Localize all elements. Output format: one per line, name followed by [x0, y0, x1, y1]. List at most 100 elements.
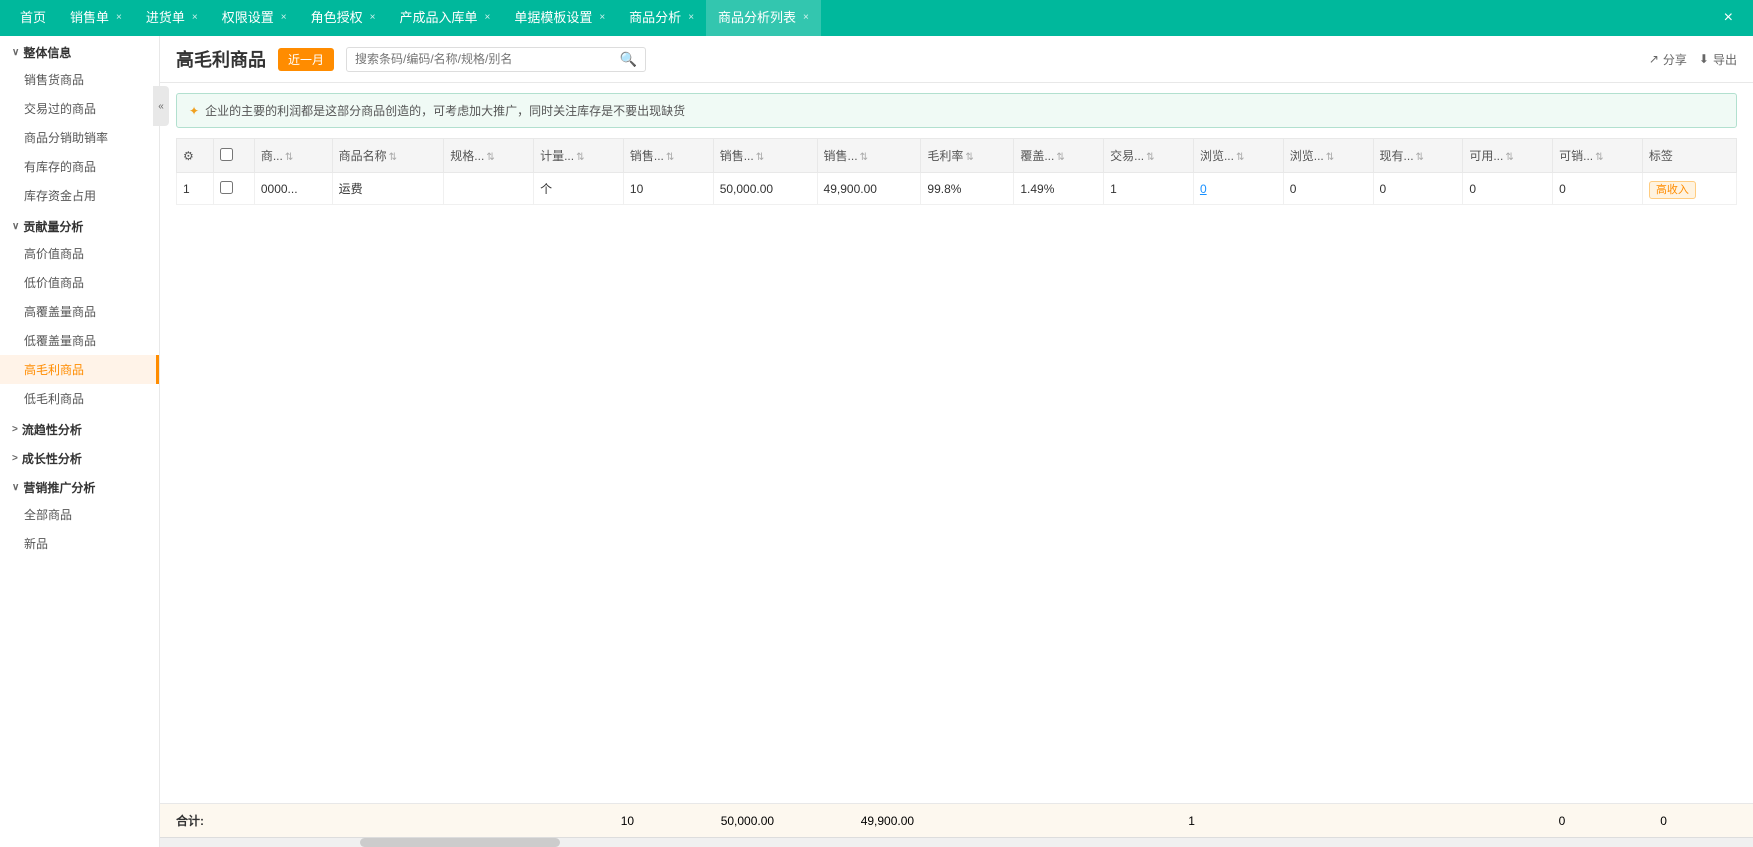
sidebar-item-0-2[interactable]: 商品分销助销率: [0, 123, 159, 152]
col-header-name[interactable]: 商品名称⇅: [332, 139, 444, 173]
nav-close-7[interactable]: ×: [688, 0, 694, 36]
nav-item-6[interactable]: 单据模板设置×: [502, 0, 617, 36]
table-container: ⚙商...⇅商品名称⇅规格...⇅计量...⇅销售...⇅销售...⇅销售...…: [160, 138, 1753, 803]
cell-code: 0000...: [254, 173, 332, 205]
sidebar-item-1-1[interactable]: 低价值商品: [0, 268, 159, 297]
nav-item-4[interactable]: 角色授权×: [299, 0, 388, 36]
col-header-transaction[interactable]: 交易...⇅: [1104, 139, 1194, 173]
col-header-grossMargin[interactable]: 毛利率⇅: [921, 139, 1014, 173]
share-button[interactable]: ↗ 分享: [1649, 51, 1687, 68]
sidebar-item-0-0[interactable]: 销售货商品: [0, 65, 159, 94]
header-actions: ↗ 分享 ⬇ 导出: [1649, 51, 1737, 68]
footer-sales1: 10: [564, 814, 640, 828]
footer-label: 合计:: [176, 812, 224, 829]
col-header-current[interactable]: 现有...⇅: [1373, 139, 1463, 173]
col-header-sales3[interactable]: 销售...⇅: [817, 139, 921, 173]
sidebar-item-4-0[interactable]: 全部商品: [0, 500, 159, 529]
nav-item-3[interactable]: 权限设置×: [210, 0, 299, 36]
cell-index: 1: [177, 173, 214, 205]
time-filter-button[interactable]: 近一月: [278, 48, 334, 71]
sidebar-item-0-1[interactable]: 交易过的商品: [0, 94, 159, 123]
col-header-tag: 标签: [1642, 139, 1736, 173]
select-all-checkbox[interactable]: [220, 148, 233, 161]
sidebar-group-0[interactable]: ∨整体信息: [0, 36, 159, 65]
sidebar-item-1-3[interactable]: 低覆盖量商品: [0, 326, 159, 355]
col-header-available[interactable]: 可用...⇅: [1463, 139, 1553, 173]
sidebar-group-3[interactable]: >成长性分析: [0, 442, 159, 471]
cell-sales2: 50,000.00: [713, 173, 817, 205]
col-header-settings: ⚙: [177, 139, 214, 173]
export-button[interactable]: ⬇ 导出: [1699, 51, 1737, 68]
search-icon[interactable]: 🔍: [620, 51, 637, 68]
nav-close-6[interactable]: ×: [599, 0, 605, 36]
sidebar-group-1[interactable]: ∨贡献量分析: [0, 210, 159, 239]
nav-close-2[interactable]: ×: [192, 0, 198, 36]
cell-available: 0: [1463, 173, 1553, 205]
nav-close-3[interactable]: ×: [281, 0, 287, 36]
nav-item-8[interactable]: 商品分析列表×: [706, 0, 821, 36]
cell-tag: 高收入: [1642, 173, 1736, 205]
sidebar-item-1-5[interactable]: 低毛利商品: [0, 384, 159, 413]
info-banner-text: 企业的主要的利润都是这部分商品创造的，可考虑加大推广，同时关注库存是不要出现缺货: [205, 102, 685, 119]
top-nav: 首页销售单×进货单×权限设置×角色授权×产成品入库单×单据模板设置×商品分析×商…: [0, 0, 1753, 36]
nav-close-1[interactable]: ×: [116, 0, 122, 36]
footer-transaction: 1: [1099, 814, 1201, 828]
nav-item-5[interactable]: 产成品入库单×: [387, 0, 502, 36]
sidebar-item-4-1[interactable]: 新品: [0, 529, 159, 558]
table-row: 10000...运费个1050,000.0049,900.0099.8%1.49…: [177, 173, 1737, 205]
col-header-browse1[interactable]: 浏览...⇅: [1193, 139, 1283, 173]
search-input[interactable]: [355, 52, 620, 66]
cell-name: 运费: [332, 173, 444, 205]
sidebar-collapse-button[interactable]: «: [153, 86, 169, 126]
sidebar-group-4[interactable]: ∨营销推广分析: [0, 471, 159, 500]
window-close-button[interactable]: ×: [1712, 9, 1745, 27]
footer-totals: 合计: 10 50,000.00 49,900.00 1 0 0: [160, 803, 1753, 837]
cell-browse1: 0: [1193, 173, 1283, 205]
nav-close-5[interactable]: ×: [484, 0, 490, 36]
nav-item-0[interactable]: 首页: [8, 0, 58, 36]
sidebar-item-1-0[interactable]: 高价值商品: [0, 239, 159, 268]
cell-sales1: 10: [623, 173, 713, 205]
cell-checkbox: [214, 173, 255, 205]
footer-sales2: 50,000.00: [640, 814, 780, 828]
nav-item-1[interactable]: 销售单×: [58, 0, 134, 36]
cell-sales3: 49,900.00: [817, 173, 921, 205]
content-area: 高毛利商品 近一月 🔍 ↗ 分享 ⬇ 导出: [160, 36, 1753, 847]
cell-unit: 个: [534, 173, 624, 205]
search-box: 🔍: [346, 47, 646, 72]
col-header-sales1[interactable]: 销售...⇅: [623, 139, 713, 173]
sidebar-group-2[interactable]: >流趋性分析: [0, 413, 159, 442]
footer-sales3: 49,900.00: [780, 814, 920, 828]
sidebar-item-0-4[interactable]: 库存资金占用: [0, 181, 159, 210]
col-header-unit[interactable]: 计量...⇅: [534, 139, 624, 173]
export-icon: ⬇: [1699, 52, 1709, 66]
sidebar-item-1-2[interactable]: 高覆盖量商品: [0, 297, 159, 326]
sidebar-item-0-3[interactable]: 有库存的商品: [0, 152, 159, 181]
info-banner: ✦ 企业的主要的利润都是这部分商品创造的，可考虑加大推广，同时关注库存是不要出现…: [176, 93, 1737, 128]
footer-available: 0: [1470, 814, 1572, 828]
nav-close-4[interactable]: ×: [370, 0, 376, 36]
col-header-sales2[interactable]: 销售...⇅: [713, 139, 817, 173]
cell-saleable: 0: [1553, 173, 1643, 205]
share-icon: ↗: [1649, 52, 1659, 66]
col-header-coverage[interactable]: 覆盖...⇅: [1014, 139, 1104, 173]
data-table: ⚙商...⇅商品名称⇅规格...⇅计量...⇅销售...⇅销售...⇅销售...…: [176, 138, 1737, 205]
col-header-browse2[interactable]: 浏览...⇅: [1283, 139, 1373, 173]
cell-spec: [444, 173, 534, 205]
col-header-saleable[interactable]: 可销...⇅: [1553, 139, 1643, 173]
footer-saleable: 0: [1571, 814, 1673, 828]
nav-close-8[interactable]: ×: [803, 0, 809, 36]
row-checkbox[interactable]: [220, 181, 233, 194]
sidebar-item-1-4[interactable]: 高毛利商品: [0, 355, 159, 384]
cell-transaction: 1: [1104, 173, 1194, 205]
tag-badge: 高收入: [1649, 181, 1696, 199]
cell-current: 0: [1373, 173, 1463, 205]
col-header-code[interactable]: 商...⇅: [254, 139, 332, 173]
cell-browse2: 0: [1283, 173, 1373, 205]
bottom-scrollbar[interactable]: [160, 837, 1753, 847]
col-header-spec[interactable]: 规格...⇅: [444, 139, 534, 173]
info-icon: ✦: [189, 104, 199, 118]
nav-item-2[interactable]: 进货单×: [134, 0, 210, 36]
nav-item-7[interactable]: 商品分析×: [617, 0, 706, 36]
browse-link[interactable]: 0: [1200, 182, 1207, 196]
